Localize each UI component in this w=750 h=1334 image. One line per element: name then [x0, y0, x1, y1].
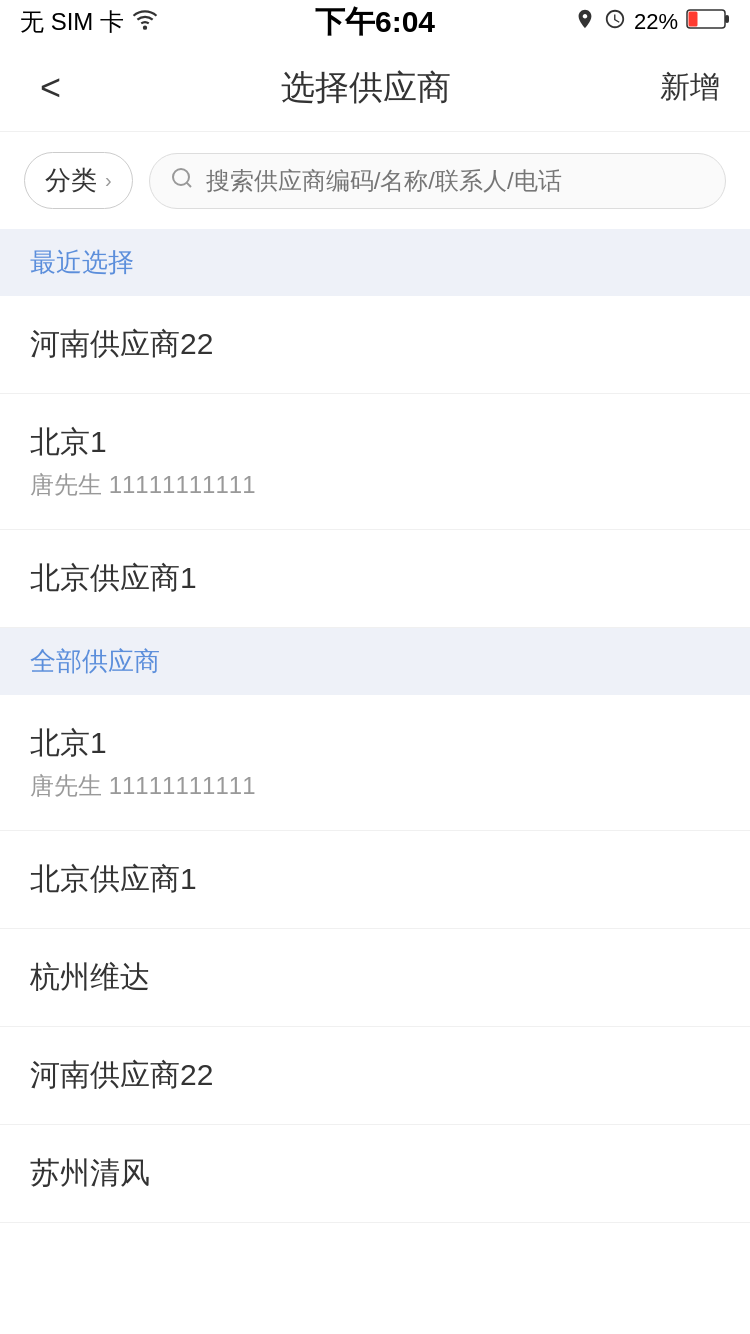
svg-point-4 — [173, 169, 189, 185]
item-name: 北京1 — [30, 723, 720, 764]
search-box[interactable] — [149, 153, 726, 209]
battery-icon — [686, 8, 730, 36]
status-right: 22% — [574, 8, 730, 36]
item-name: 北京供应商1 — [30, 558, 720, 599]
all-items-list: 北京1 唐先生 11111111111 北京供应商1 杭州维达 河南供应商22 … — [0, 695, 750, 1223]
location-icon — [574, 8, 596, 36]
no-sim-text: 无 SIM 卡 — [20, 6, 124, 38]
list-item[interactable]: 河南供应商22 — [0, 1027, 750, 1125]
status-left: 无 SIM 卡 — [20, 6, 158, 39]
item-name: 杭州维达 — [30, 957, 720, 998]
svg-rect-3 — [689, 12, 698, 27]
search-icon — [170, 166, 194, 196]
list-item[interactable]: 杭州维达 — [0, 929, 750, 1027]
category-label: 分类 — [45, 163, 97, 198]
recent-items-list: 河南供应商22 北京1 唐先生 11111111111 北京供应商1 — [0, 296, 750, 628]
list-item[interactable]: 苏州清风 — [0, 1125, 750, 1223]
recent-section-label: 最近选择 — [30, 247, 134, 277]
page-title: 选择供应商 — [281, 65, 451, 111]
list-item[interactable]: 北京供应商1 — [0, 530, 750, 628]
list-item[interactable]: 北京1 唐先生 11111111111 — [0, 695, 750, 831]
item-name: 北京供应商1 — [30, 859, 720, 900]
item-name: 河南供应商22 — [30, 324, 720, 365]
back-button[interactable]: < — [30, 57, 71, 119]
list-item[interactable]: 北京1 唐先生 11111111111 — [0, 394, 750, 530]
item-detail: 唐先生 11111111111 — [30, 469, 720, 501]
list-item[interactable]: 北京供应商1 — [0, 831, 750, 929]
svg-point-0 — [144, 26, 146, 28]
all-section-header: 全部供应商 — [0, 628, 750, 695]
nav-bar: < 选择供应商 新增 — [0, 44, 750, 132]
item-detail: 唐先生 11111111111 — [30, 770, 720, 802]
svg-rect-2 — [725, 15, 729, 23]
list-item[interactable]: 河南供应商22 — [0, 296, 750, 394]
item-name: 河南供应商22 — [30, 1055, 720, 1096]
category-button[interactable]: 分类 › — [24, 152, 133, 209]
wifi-icon — [132, 6, 158, 39]
all-section-label: 全部供应商 — [30, 646, 160, 676]
filter-bar: 分类 › — [0, 132, 750, 229]
status-time: 下午6:04 — [315, 2, 435, 43]
search-input[interactable] — [206, 167, 705, 195]
battery-text: 22% — [634, 9, 678, 35]
add-button[interactable]: 新增 — [660, 67, 720, 108]
chevron-right-icon: › — [105, 169, 112, 192]
item-name: 北京1 — [30, 422, 720, 463]
item-name: 苏州清风 — [30, 1153, 720, 1194]
status-bar: 无 SIM 卡 下午6:04 22% — [0, 0, 750, 44]
alarm-icon — [604, 8, 626, 36]
recent-section-header: 最近选择 — [0, 229, 750, 296]
